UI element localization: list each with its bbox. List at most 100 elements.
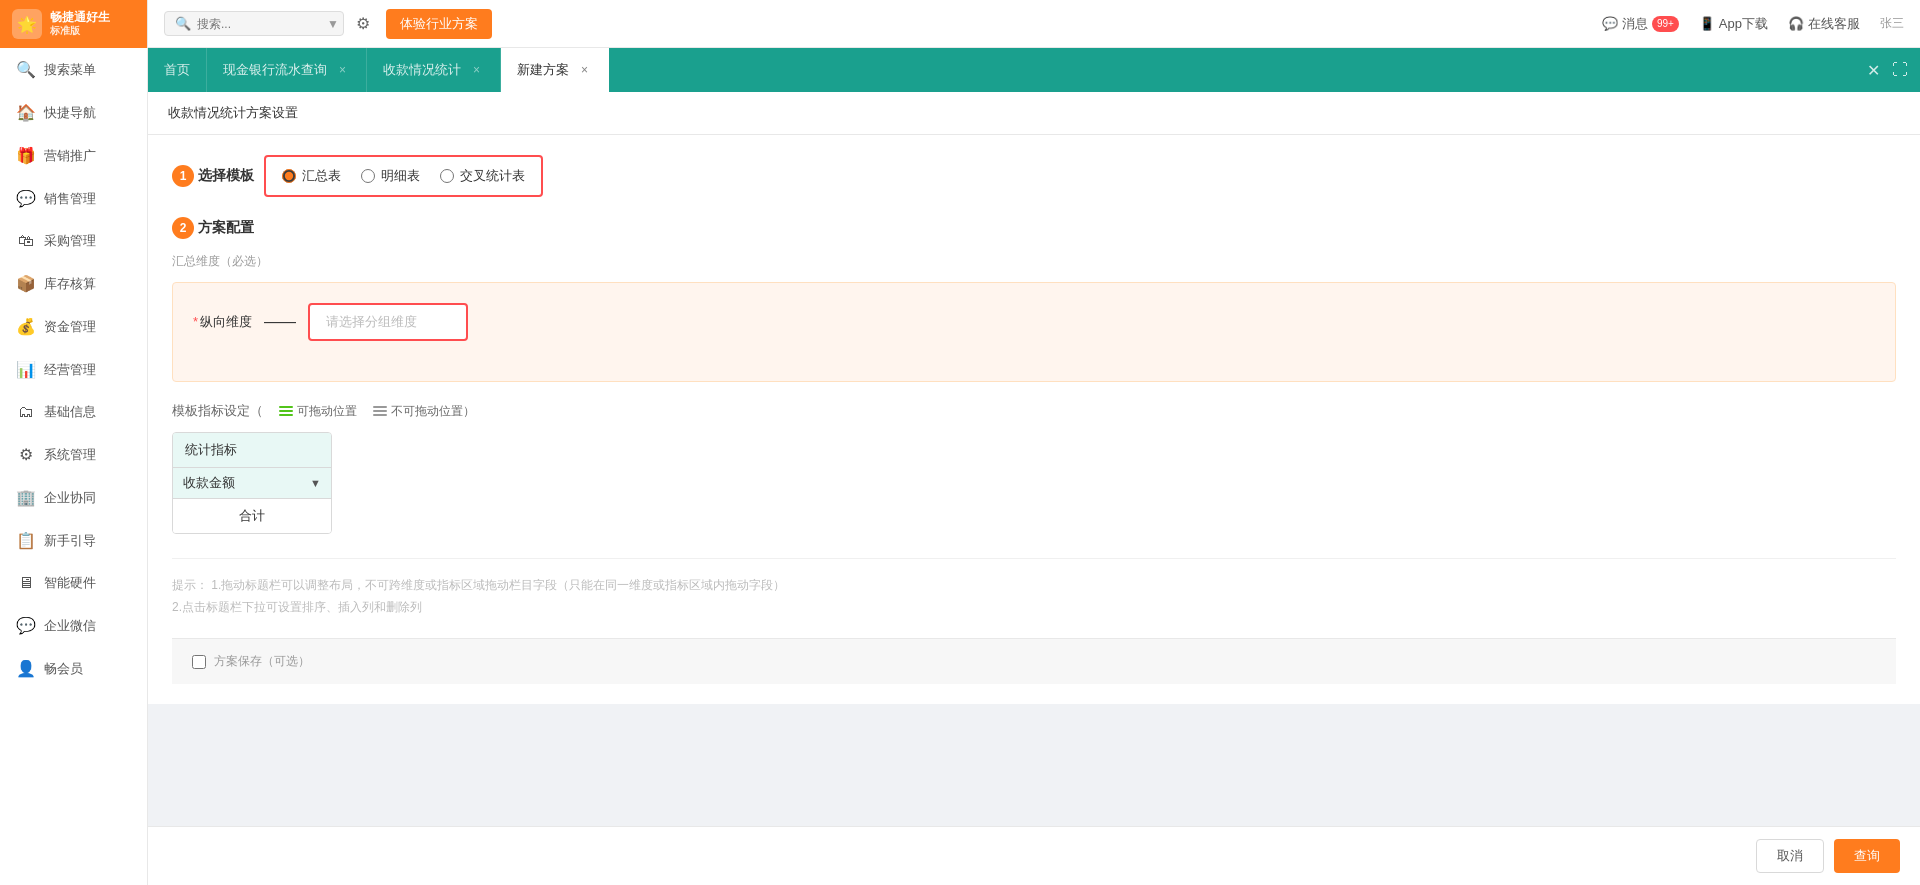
online-service-button[interactable]: 🎧 在线客服 xyxy=(1788,15,1860,33)
home-icon: 🏠 xyxy=(16,103,36,122)
sidebar-item-enterprise-wechat[interactable]: 💬 企业微信 xyxy=(0,604,147,647)
sidebar-item-operations[interactable]: 📊 经营管理 xyxy=(0,348,147,391)
content-area: 收款情况统计方案设置 1 选择模板 汇总 xyxy=(148,92,1920,826)
col-chevron-icon[interactable]: ▼ xyxy=(310,477,321,489)
sidebar-logo: 🌟 畅捷通好生 标准版 xyxy=(0,0,147,48)
sidebar-item-label: 采购管理 xyxy=(44,232,96,250)
logo-line1: 畅捷通好生 xyxy=(50,10,110,24)
tab-new-plan[interactable]: 新建方案 × xyxy=(501,48,609,92)
sidebar-item-label: 搜索菜单 xyxy=(44,61,96,79)
message-icon: 💬 xyxy=(1602,16,1618,31)
topbar: 🔍 ▼ ⚙ 体验行业方案 💬 消息 99+ 📱 App下载 🎧 在线客服 张三 xyxy=(148,0,1920,48)
sidebar: 🌟 畅捷通好生 标准版 🔍 搜索菜单 🏠 快捷导航 🎁 营销推广 💬 销售管理 … xyxy=(0,0,148,885)
radio-summary-input[interactable] xyxy=(282,169,296,183)
metrics-section-label: 模板指标设定（ xyxy=(172,402,263,420)
tab-home-label: 首页 xyxy=(164,61,190,79)
sidebar-item-label: 企业协同 xyxy=(44,489,96,507)
member-icon: 👤 xyxy=(16,659,36,678)
group-dimension-selector[interactable]: 请选择分组维度 xyxy=(308,303,468,341)
inventory-icon: 📦 xyxy=(16,274,36,293)
sidebar-item-system[interactable]: ⚙ 系统管理 xyxy=(0,433,147,476)
close-tab-icon[interactable]: ✕ xyxy=(1867,61,1880,80)
no-drag-badge: 不可拖动位置） xyxy=(373,403,475,420)
sidebar-item-label: 销售管理 xyxy=(44,190,96,208)
sidebar-item-member[interactable]: 👤 畅会员 xyxy=(0,647,147,690)
search-bar[interactable]: 🔍 ▼ xyxy=(164,11,344,36)
tab-bank-flow-close[interactable]: × xyxy=(335,61,350,79)
maximize-icon[interactable]: ⛶ xyxy=(1892,61,1908,79)
hardware-icon: 🖥 xyxy=(16,574,36,592)
save-plan-checkbox[interactable] xyxy=(192,655,206,669)
radio-summary-label: 汇总表 xyxy=(302,167,341,185)
radio-detail[interactable]: 明细表 xyxy=(361,167,420,185)
sidebar-item-label: 库存核算 xyxy=(44,275,96,293)
step1-section: 1 选择模板 汇总表 明细表 xyxy=(172,155,1896,197)
metrics-table-area: 统计指标 收款金额 ▼ 合计 xyxy=(172,432,1896,534)
vertical-dim-label: *纵向维度 xyxy=(193,313,252,331)
step1-number: 1 xyxy=(172,165,194,187)
service-icon: 🎧 xyxy=(1788,16,1804,31)
cancel-button[interactable]: 取消 xyxy=(1756,839,1824,873)
message-button[interactable]: 💬 消息 99+ xyxy=(1602,15,1679,33)
sidebar-item-search-menu[interactable]: 🔍 搜索菜单 xyxy=(0,48,147,91)
save-plan-label[interactable]: 方案保存（可选） xyxy=(214,653,310,670)
sidebar-item-label: 快捷导航 xyxy=(44,104,96,122)
trial-button[interactable]: 体验行业方案 xyxy=(386,9,492,39)
radio-cross-input[interactable] xyxy=(440,169,454,183)
metrics-header: 模板指标设定（ 可拖动位置 xyxy=(172,402,1896,420)
app-download-label: App下载 xyxy=(1719,15,1768,33)
sidebar-item-basic-info[interactable]: 🗂 基础信息 xyxy=(0,391,147,433)
drag-icon xyxy=(279,406,293,416)
radio-summary[interactable]: 汇总表 xyxy=(282,167,341,185)
search-input[interactable] xyxy=(197,17,317,31)
tab-new-plan-close[interactable]: × xyxy=(577,61,592,79)
dimension-label-text: 汇总维度（必选） xyxy=(172,254,268,268)
sidebar-item-beginner-guide[interactable]: 📋 新手引导 xyxy=(0,519,147,562)
sidebar-item-label: 智能硬件 xyxy=(44,574,96,592)
step2-section: 2 方案配置 汇总维度（必选） *纵向维度 —— xyxy=(172,217,1896,618)
tab-receipt-stats[interactable]: 收款情况统计 × xyxy=(367,48,501,92)
sidebar-item-finance[interactable]: 💰 资金管理 xyxy=(0,305,147,348)
page-header-title: 收款情况统计方案设置 xyxy=(168,105,298,120)
sidebar-item-inventory[interactable]: 📦 库存核算 xyxy=(0,262,147,305)
sidebar-item-sales[interactable]: 💬 销售管理 xyxy=(0,177,147,220)
sidebar-item-quick-nav[interactable]: 🏠 快捷导航 xyxy=(0,91,147,134)
chevron-down-icon[interactable]: ▼ xyxy=(327,17,339,31)
sidebar-item-enterprise-collab[interactable]: 🏢 企业协同 xyxy=(0,476,147,519)
sidebar-item-label: 基础信息 xyxy=(44,403,96,421)
arrow: —— xyxy=(264,313,296,331)
placeholder-text: 请选择分组维度 xyxy=(326,314,417,329)
sidebar-item-label: 营销推广 xyxy=(44,147,96,165)
svg-rect-3 xyxy=(373,406,387,408)
logo-line2: 标准版 xyxy=(50,24,110,38)
action-bar: 取消 查询 xyxy=(148,826,1920,885)
tab-home[interactable]: 首页 xyxy=(148,48,207,92)
tabbar-controls: ✕ ⛶ xyxy=(1855,48,1920,92)
page-header: 收款情况统计方案设置 xyxy=(148,92,1920,135)
step2-number: 2 xyxy=(172,217,194,239)
online-service-label: 在线客服 xyxy=(1808,15,1860,33)
enterprise-collab-icon: 🏢 xyxy=(16,488,36,507)
svg-rect-1 xyxy=(279,410,293,412)
gear-icon[interactable]: ⚙ xyxy=(356,14,370,33)
app-download-button[interactable]: 📱 App下载 xyxy=(1699,15,1768,33)
svg-rect-5 xyxy=(373,414,387,416)
required-mark: * xyxy=(193,314,198,329)
marketing-icon: 🎁 xyxy=(16,146,36,165)
col-header[interactable]: 收款金额 ▼ xyxy=(173,468,331,499)
tabbar: 首页 现金银行流水查询 × 收款情况统计 × 新建方案 × ✕ ⛶ xyxy=(148,48,1920,92)
sidebar-item-smart-hardware[interactable]: 🖥 智能硬件 xyxy=(0,562,147,604)
radio-cross-label: 交叉统计表 xyxy=(460,167,525,185)
tab-bank-flow[interactable]: 现金银行流水查询 × xyxy=(207,48,367,92)
sales-icon: 💬 xyxy=(16,189,36,208)
step1-title: 选择模板 xyxy=(198,167,254,185)
tab-receipt-stats-close[interactable]: × xyxy=(469,61,484,79)
tip2: 2.点击标题栏下拉可设置排序、插入列和删除列 xyxy=(172,597,1896,619)
sidebar-item-purchase[interactable]: 🛍 采购管理 xyxy=(0,220,147,262)
sidebar-item-marketing[interactable]: 🎁 营销推广 xyxy=(0,134,147,177)
search-icon: 🔍 xyxy=(175,16,191,31)
dimension-section-label: 汇总维度（必选） xyxy=(172,253,1896,270)
radio-cross[interactable]: 交叉统计表 xyxy=(440,167,525,185)
query-button[interactable]: 查询 xyxy=(1834,839,1900,873)
radio-detail-input[interactable] xyxy=(361,169,375,183)
